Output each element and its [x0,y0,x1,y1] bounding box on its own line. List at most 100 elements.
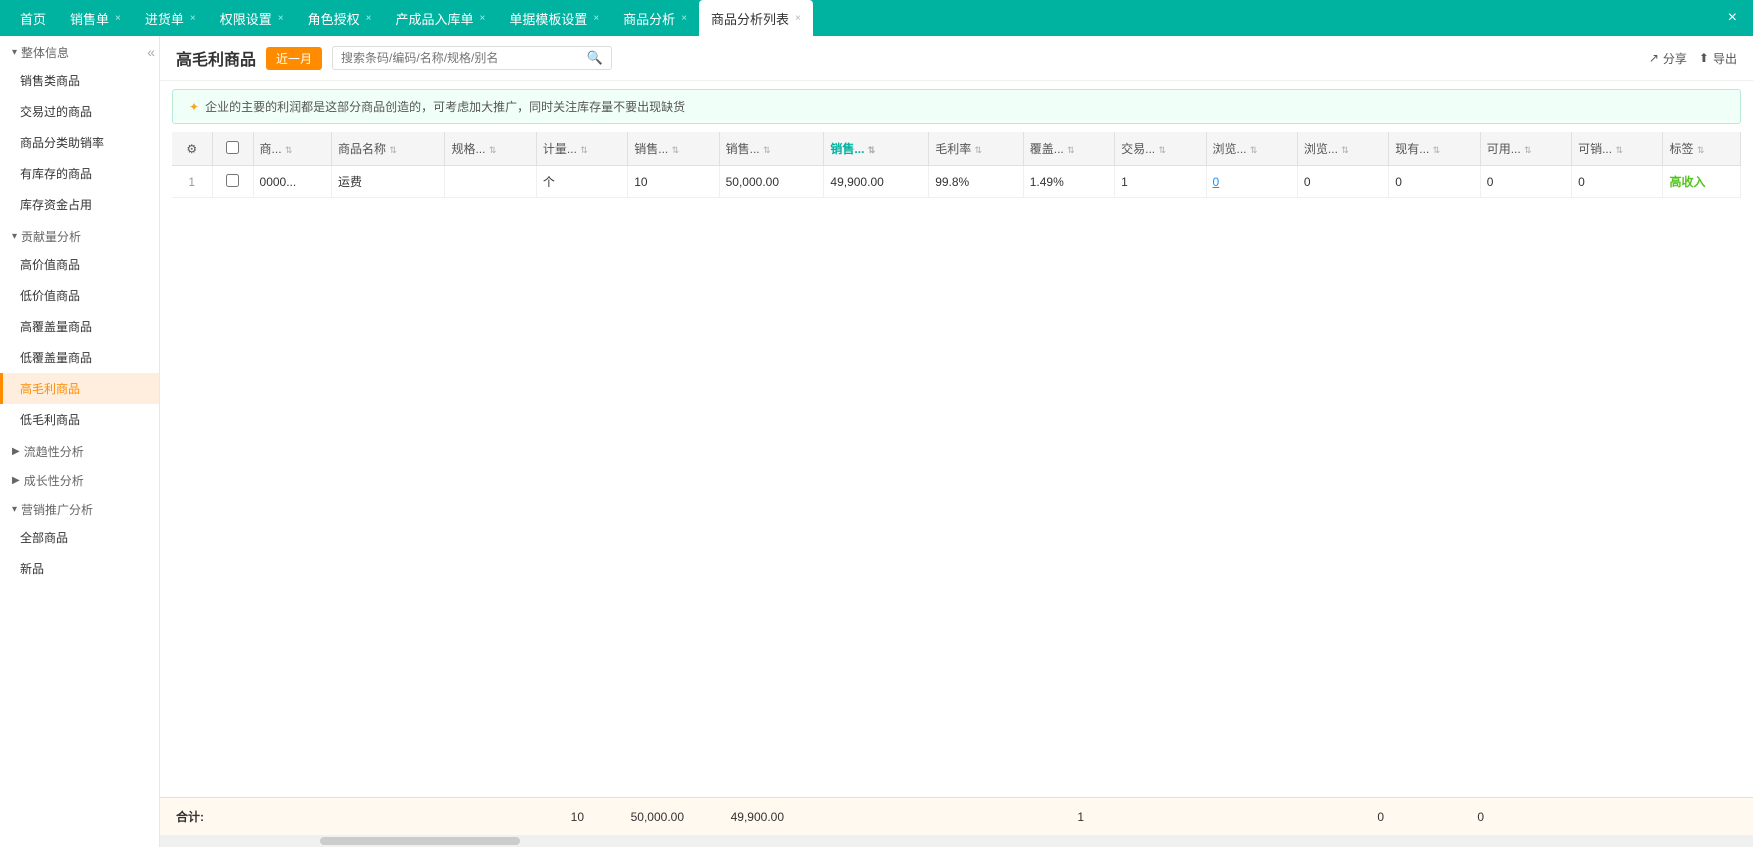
nav-product-analysis-list[interactable]: 商品分析列表 × [699,0,813,36]
sidebar-group-marketing[interactable]: ▾ 营销推广分析 [0,493,159,522]
row-view2: 0 [1297,166,1388,198]
sort-icon-trade: ⇅ [1158,145,1166,155]
sidebar-item-traded-goods[interactable]: 交易过的商品 [0,96,159,127]
col-sales-amount[interactable]: 销售... ⇅ [719,132,824,166]
sort-icon-current-stock: ⇅ [1433,145,1441,155]
sidebar-group-growth[interactable]: ▶ 成长性分析 [0,464,159,493]
sort-icon-available-stock: ⇅ [1524,145,1532,155]
close-sales-order-icon[interactable]: × [115,13,121,24]
search-input[interactable] [341,51,587,65]
close-product-analysis-list-icon[interactable]: × [795,13,801,24]
col-view2[interactable]: 浏览... ⇅ [1297,132,1388,166]
col-tag[interactable]: 标签 ⇅ [1663,132,1741,166]
table-header-row: ⚙ 商... ⇅ 商品名称 ⇅ 规格... ⇅ [172,132,1741,166]
col-settings[interactable]: ⚙ [172,132,212,166]
sidebar-item-new-products[interactable]: 新品 [0,553,159,584]
data-table: ⚙ 商... ⇅ 商品名称 ⇅ 规格... ⇅ [172,132,1741,198]
row-sales-profit: 49,900.00 [824,166,929,198]
export-button[interactable]: ⬆ 导出 [1699,50,1737,67]
close-permission-icon[interactable]: × [278,13,284,24]
sidebar-group-contribution[interactable]: ▾ 贡献量分析 [0,220,159,249]
sort-icon-spec: ⇅ [489,145,497,155]
close-purchase-order-icon[interactable]: × [190,13,196,24]
col-gross-margin[interactable]: 毛利率 ⇅ [929,132,1024,166]
row-coverage: 1.49% [1023,166,1114,198]
table-wrapper[interactable]: ⚙ 商... ⇅ 商品名称 ⇅ 规格... ⇅ [160,132,1753,797]
row-trade: 1 [1115,166,1206,198]
row-available-stock: 0 [1480,166,1571,198]
footer-summary: 合计: 10 50,000.00 49,900.00 1 0 0 [160,797,1753,835]
nav-home[interactable]: 首页 [8,0,58,36]
main-layout: « ▾ 整体信息 销售类商品 交易过的商品 商品分类助销率 有库存的商品 库存资… [0,36,1753,847]
col-checkbox[interactable] [212,132,253,166]
sidebar-item-high-coverage[interactable]: 高覆盖量商品 [0,311,159,342]
content-area: 高毛利商品 近一月 🔍 ↗ 分享 ⬆ 导出 ✦ 企业的主要的利润都是这部分商品创… [160,36,1753,847]
table-row: 1 0000... 运费 个 10 50,000.00 49,900.00 99… [172,166,1741,198]
sidebar-item-category-sales-rate[interactable]: 商品分类助销率 [0,127,159,158]
sidebar-group-overall[interactable]: ▾ 整体信息 [0,36,159,65]
sidebar-item-sales-goods[interactable]: 销售类商品 [0,65,159,96]
nav-permission-settings[interactable]: 权限设置 × [208,0,296,36]
nav-role-auth[interactable]: 角色授权 × [296,0,384,36]
close-template-icon[interactable]: × [593,13,599,24]
col-code[interactable]: 商... ⇅ [253,132,331,166]
sidebar-item-low-value[interactable]: 低价值商品 [0,280,159,311]
sidebar-item-high-value[interactable]: 高价值商品 [0,249,159,280]
footer-sales-amount: 50,000.00 [604,810,684,824]
sidebar-group-trend[interactable]: ▶ 流趋性分析 [0,435,159,464]
col-available-stock[interactable]: 可用... ⇅ [1480,132,1571,166]
row-view1[interactable]: 0 [1206,166,1297,198]
sort-icon-coverage: ⇅ [1067,145,1075,155]
sidebar-item-all-goods[interactable]: 全部商品 [0,522,159,553]
sort-icon-view1: ⇅ [1250,145,1258,155]
nav-product-analysis[interactable]: 商品分析 × [611,0,699,36]
col-view1[interactable]: 浏览... ⇅ [1206,132,1297,166]
close-role-auth-icon[interactable]: × [366,13,372,24]
close-product-storage-icon[interactable]: × [479,13,485,24]
row-sales-qty: 10 [628,166,719,198]
sidebar-item-stock-capital[interactable]: 库存资金占用 [0,189,159,220]
row-spec [445,166,536,198]
content-header: 高毛利商品 近一月 🔍 ↗ 分享 ⬆ 导出 [160,36,1753,81]
sort-icon-sales-amount: ⇅ [763,145,771,155]
col-saleable-stock[interactable]: 可销... ⇅ [1572,132,1663,166]
scrollbar-thumb[interactable] [320,837,520,845]
sidebar-item-low-coverage[interactable]: 低覆盖量商品 [0,342,159,373]
sidebar-item-high-margin[interactable]: 高毛利商品 [0,373,159,404]
search-icon[interactable]: 🔍 [587,50,603,66]
sort-icon-tag: ⇅ [1697,145,1705,155]
sidebar-item-low-margin[interactable]: 低毛利商品 [0,404,159,435]
col-current-stock[interactable]: 现有... ⇅ [1389,132,1480,166]
horizontal-scrollbar[interactable] [160,835,1753,847]
sidebar-item-in-stock-goods[interactable]: 有库存的商品 [0,158,159,189]
col-sales-qty[interactable]: 销售... ⇅ [628,132,719,166]
header-actions: ↗ 分享 ⬆ 导出 [1649,50,1737,67]
col-unit[interactable]: 计量... ⇅ [536,132,627,166]
close-product-analysis-icon[interactable]: × [681,13,687,24]
sidebar-collapse-button[interactable]: « [147,44,155,60]
row-gross-margin: 99.8% [929,166,1024,198]
share-button[interactable]: ↗ 分享 [1649,50,1687,67]
nav-product-storage[interactable]: 产成品入库单 × [383,0,497,36]
footer-label: 合计: [176,808,204,825]
nav-sales-order[interactable]: 销售单 × [58,0,133,36]
chevron-down-icon-3: ▾ [12,504,17,515]
select-all-checkbox[interactable] [226,141,239,154]
col-trade[interactable]: 交易... ⇅ [1115,132,1206,166]
nav-purchase-order[interactable]: 进货单 × [133,0,208,36]
col-spec[interactable]: 规格... ⇅ [445,132,536,166]
col-sales-profit[interactable]: 销售... ⇅ [824,132,929,166]
chevron-right-icon: ▶ [12,446,20,457]
col-coverage[interactable]: 覆盖... ⇅ [1023,132,1114,166]
tip-banner: ✦ 企业的主要的利润都是这部分商品创造的，可考虑加大推广，同时关注库存量不要出现… [172,89,1741,124]
filter-month-button[interactable]: 近一月 [266,47,322,70]
col-name[interactable]: 商品名称 ⇅ [331,132,444,166]
export-icon: ⬆ [1699,51,1709,65]
sort-icon-unit: ⇅ [580,145,588,155]
nav-template-settings[interactable]: 单据模板设置 × [497,0,611,36]
close-all-tabs-button[interactable]: × [1720,9,1745,27]
search-box: 🔍 [332,46,612,70]
footer-sales-profit: 49,900.00 [704,810,784,824]
row-checkbox[interactable] [226,174,239,187]
row-checkbox-cell[interactable] [212,166,253,198]
